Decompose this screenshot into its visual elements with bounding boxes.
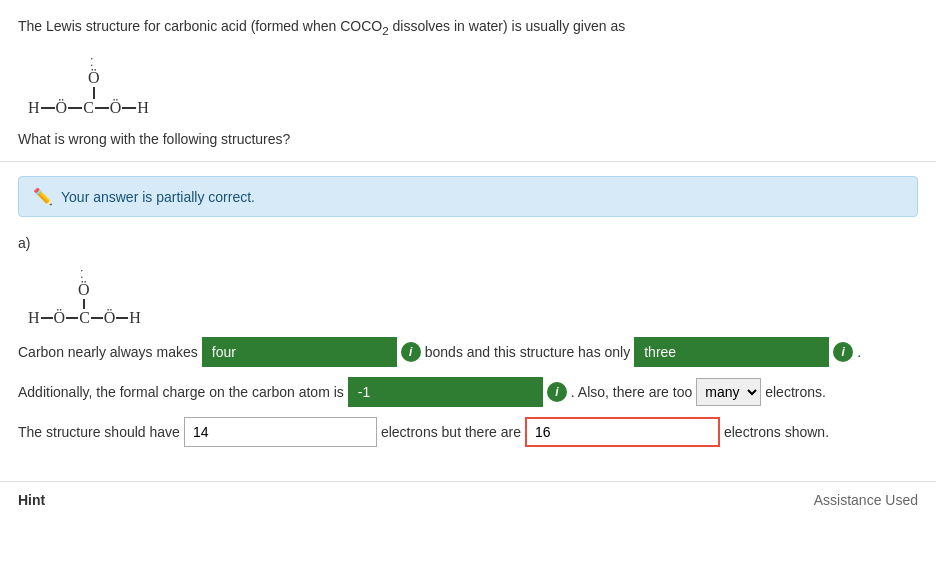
bond-o2-h	[122, 107, 136, 109]
o1-atom: Ö	[56, 99, 68, 117]
small-h-right: H	[129, 309, 141, 327]
assistance-text: Assistance Used	[814, 492, 918, 508]
small-top-o-dots: ⁚	[80, 268, 87, 281]
row1-info-btn1[interactable]: i	[401, 342, 421, 362]
row2-suffix: electrons.	[765, 384, 826, 400]
small-c: C	[79, 309, 90, 327]
c-atom: C	[83, 99, 94, 117]
small-bond3	[91, 317, 103, 319]
row1-info-btn2[interactable]: i	[833, 342, 853, 362]
row3-input1[interactable]	[184, 417, 377, 447]
hint-bar: Hint Assistance Used	[0, 481, 936, 518]
small-top-o: Ö	[78, 281, 90, 299]
row1-prefix: Carbon nearly always makes	[18, 344, 198, 360]
row-2: Additionally, the formal charge on the c…	[18, 377, 918, 407]
bond-c-o2	[95, 107, 109, 109]
small-o1: Ö	[54, 309, 66, 327]
small-main-chain: H Ö C Ö H	[28, 309, 141, 327]
h-right: H	[137, 99, 149, 117]
question-suffix: dissolves in water) is usually given as	[389, 18, 626, 34]
top-o-dots-above: ⁚	[90, 56, 98, 69]
question-text: The Lewis structure for carbonic acid (f…	[18, 16, 918, 39]
lewis-structure-a: ⁚ Ö H Ö C Ö H	[28, 265, 141, 327]
top-double-bond-v	[93, 87, 95, 99]
small-vertical-bond	[83, 299, 85, 309]
answer-section: ✏️ Your answer is partially correct. a) …	[0, 162, 936, 471]
row1-middle: bonds and this structure has only	[425, 344, 630, 360]
top-o-symbol: Ö	[88, 69, 100, 87]
row3-prefix: The structure should have	[18, 424, 180, 440]
row3-input2[interactable]	[525, 417, 720, 447]
partial-correct-banner: ✏️ Your answer is partially correct.	[18, 176, 918, 217]
small-bond1	[41, 317, 53, 319]
o2-atom: Ö	[110, 99, 122, 117]
row2-input[interactable]	[348, 377, 543, 407]
row-3: The structure should have electrons but …	[18, 417, 918, 447]
row2-middle: . Also, there are too	[571, 384, 692, 400]
row1-input1[interactable]	[202, 337, 397, 367]
row2-prefix: Additionally, the formal charge on the c…	[18, 384, 344, 400]
row3-suffix: electrons shown.	[724, 424, 829, 440]
row3-middle: electrons but there are	[381, 424, 521, 440]
row1-input2[interactable]	[634, 337, 829, 367]
small-bond2	[66, 317, 78, 319]
pencil-icon: ✏️	[33, 187, 53, 206]
lewis-structure-top: ⁚ Ö H Ö C Ö H	[28, 53, 149, 117]
row-1: Carbon nearly always makes i bonds and t…	[18, 337, 918, 367]
small-h-left: H	[28, 309, 40, 327]
h-left: H	[28, 99, 40, 117]
hint-label[interactable]: Hint	[18, 492, 45, 508]
row1-suffix: .	[857, 344, 861, 360]
small-o2: Ö	[104, 309, 116, 327]
row2-info-btn[interactable]: i	[547, 382, 567, 402]
row2-select[interactable]: many few	[696, 378, 761, 406]
main-chain-top: H Ö C Ö H	[28, 99, 149, 117]
co2-formula: CO2	[361, 18, 388, 34]
question-intro: The Lewis structure for carbonic acid (f…	[18, 18, 361, 34]
top-section: The Lewis structure for carbonic acid (f…	[0, 0, 936, 162]
section-a-label: a)	[18, 235, 918, 251]
small-bond4	[116, 317, 128, 319]
partial-correct-text: Your answer is partially correct.	[61, 189, 255, 205]
what-wrong-text: What is wrong with the following structu…	[18, 131, 918, 147]
bond-o1-c	[68, 107, 82, 109]
bond-h-o1	[41, 107, 55, 109]
